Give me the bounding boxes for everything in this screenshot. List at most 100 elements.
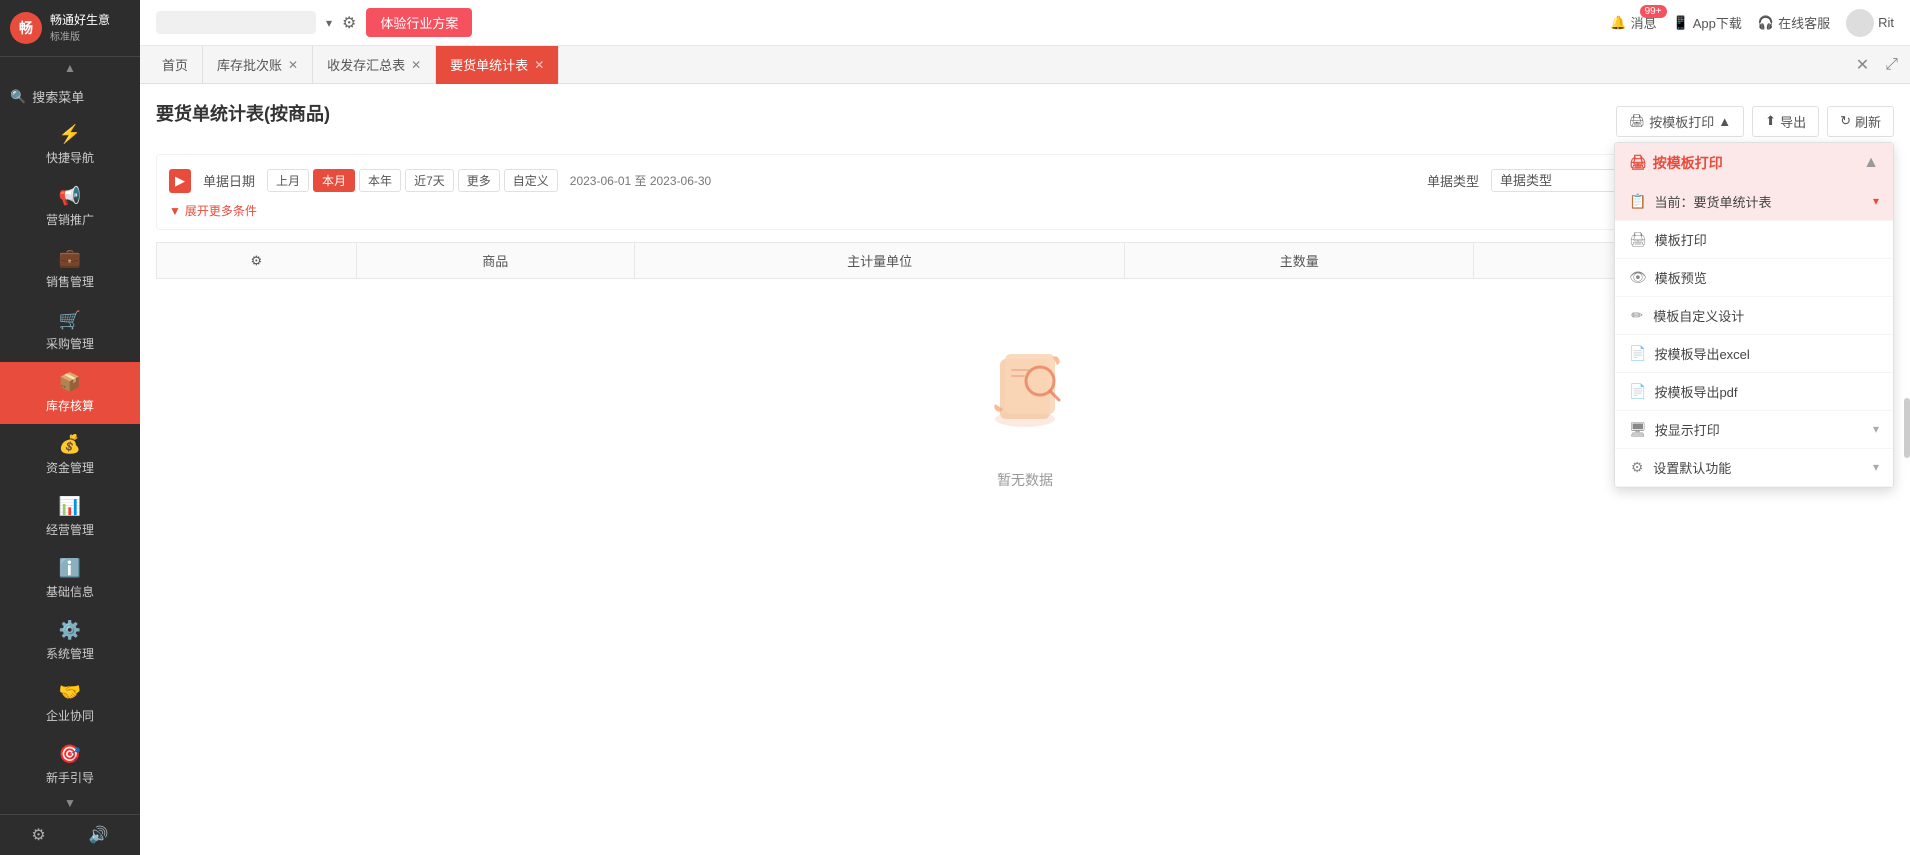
sidebar-item-caigou[interactable]: 🛒采购管理: [0, 300, 140, 362]
sidebar-item-jichu[interactable]: ℹ️基础信息: [0, 548, 140, 610]
dropdown-item-sub-display-print: 按显示打印 ▾: [1655, 420, 1879, 439]
refresh-btn[interactable]: ↻ 刷新: [1827, 106, 1894, 137]
sidebar-item-label: 采购管理: [46, 335, 94, 352]
tab-shoufа[interactable]: 收发存汇总表 ✕: [313, 46, 436, 84]
sidebar-item-jingying[interactable]: 📊经营管理: [0, 486, 140, 548]
sidebar-item-label: 销售管理: [46, 273, 94, 290]
date-range: 2023-06-01 至 2023-06-30: [570, 172, 711, 189]
dropdown-item-template-custom[interactable]: ✏ 模板自定义设计: [1615, 297, 1893, 335]
topbar-search-input[interactable]: [156, 11, 316, 34]
current-item-icon: 📋: [1629, 193, 1646, 210]
date-btn-5[interactable]: 自定义: [504, 169, 558, 192]
tab-label-home: 首页: [162, 55, 188, 74]
app-badge: 标准版: [50, 28, 110, 43]
date-btn-4[interactable]: 更多: [458, 169, 500, 192]
chevron-up-icon: ▲: [1718, 114, 1731, 129]
date-btn-2[interactable]: 本年: [359, 169, 401, 192]
customer-service-item[interactable]: 🎧 在线客服: [1758, 13, 1830, 32]
kucun-icon: 📦: [59, 372, 81, 393]
tab-yaohuo[interactable]: 要货单统计表 ✕: [436, 46, 559, 84]
dropdown-current-item[interactable]: 📋 当前：要货单统计表 ▾: [1615, 183, 1893, 221]
maximize-btn[interactable]: ⤢: [1881, 55, 1902, 75]
dropdown-item-sub-template-excel: 按模板导出excel: [1654, 344, 1879, 363]
topbar-left: ▾ ⚙ 体验行业方案: [156, 8, 472, 37]
search-icon: 🔍: [10, 89, 26, 105]
tabs-bar: 首页 库存批次账 ✕ 收发存汇总表 ✕ 要货单统计表 ✕ ✕ ⤢: [140, 46, 1910, 84]
order-type-select[interactable]: 单据类型: [1491, 169, 1631, 192]
dropdown-item-label-template-excel: 按模板导出excel: [1654, 344, 1749, 363]
dropdown-item-template-preview[interactable]: 👁 模板预览: [1615, 259, 1893, 297]
xinshou-icon: 🎯: [59, 744, 81, 765]
sidebar-item-label: 快捷导航: [46, 149, 94, 166]
logo-icon: 畅: [10, 12, 42, 44]
page-title: 要货单统计表(按商品): [156, 100, 330, 126]
dropdown-item-display-print[interactable]: 🖥 按显示打印 ▾: [1615, 411, 1893, 449]
notifications-badge: 99+: [1640, 5, 1667, 18]
printer-icon: 🖨: [1629, 113, 1646, 129]
col-header-unit: 主计量单位: [634, 243, 1125, 279]
sidebar: 畅 畅通好生意 标准版 ▲ 🔍 搜索菜单 ⚡快捷导航📢营销推广 💼 销售管理 🛒采购管…: [0, 0, 140, 855]
template-pdf-icon: 📄: [1629, 383, 1646, 400]
close-window-btn[interactable]: ✕: [1852, 55, 1873, 75]
user-avatar-item[interactable]: Rit: [1846, 9, 1894, 37]
dropdown-title: 🖨 按模板打印: [1629, 153, 1723, 173]
date-btn-0[interactable]: 上月: [267, 169, 309, 192]
dropdown-item-sub-template-print: 模板打印: [1655, 230, 1879, 249]
tab-close-shoufа[interactable]: ✕: [411, 58, 421, 72]
topbar-dropdown-icon[interactable]: ▾: [326, 16, 332, 30]
dropdown-item-template-excel[interactable]: 📄 按模板导出excel: [1615, 335, 1893, 373]
headset-icon: 🎧: [1758, 15, 1774, 31]
sidebar-search[interactable]: 🔍 搜索菜单: [0, 79, 140, 114]
zijin-icon: 💰: [59, 434, 81, 455]
refresh-icon: ↻: [1840, 113, 1851, 129]
notifications-item[interactable]: 🔔 消息 99+: [1610, 13, 1656, 32]
sidebar-item-yingxiao[interactable]: 📢营销推广: [0, 176, 140, 238]
dropdown-item-default-func[interactable]: ⚙ 设置默认功能 ▾: [1615, 449, 1893, 487]
dropdown-item-chevron-display-print: ▾: [1873, 422, 1879, 436]
sidebar-item-qiye[interactable]: 🤝 企业协同: [0, 672, 140, 734]
qiye-icon: 🤝: [59, 682, 81, 703]
date-label: 单据日期: [203, 171, 255, 190]
settings-footer-icon[interactable]: ⚙: [31, 825, 45, 845]
dropdown-close-btn[interactable]: ▲: [1863, 154, 1879, 172]
topbar-right: 🔔 消息 99+ 📱 App下载 🎧 在线客服 Rit: [1610, 9, 1894, 37]
tab-home[interactable]: 首页: [148, 46, 203, 84]
topbar-settings-icon[interactable]: ⚙: [342, 13, 356, 33]
tab-close-kucun-pi[interactable]: ✕: [288, 58, 298, 72]
dropdown-item-template-pdf[interactable]: 📄 按模板导出pdf: [1615, 373, 1893, 411]
sidebar-scroll-up[interactable]: ▲: [0, 57, 140, 79]
template-print-icon: 🖨: [1629, 231, 1647, 248]
app-download-item[interactable]: 📱 App下载: [1673, 13, 1742, 32]
xiaoshou-icon: 💼: [59, 248, 81, 269]
volume-footer-icon[interactable]: 🔊: [89, 825, 109, 845]
tab-close-yaohuo[interactable]: ✕: [534, 58, 544, 72]
dropdown-item-template-print[interactable]: 🖨 模板打印: [1615, 221, 1893, 259]
sidebar-item-label: 库存核算: [46, 397, 94, 414]
col-header-settings[interactable]: ⚙: [157, 243, 357, 279]
sidebar-logo: 畅 畅通好生意 标准版: [0, 0, 140, 57]
empty-illustration: [975, 339, 1075, 439]
print-dropdown: 🖨 按模板打印 ▲ 📋 当前：要货单统计表 ▾ 🖨 模: [1614, 142, 1894, 488]
sidebar-item-label: 企业协同: [46, 707, 94, 724]
industry-btn[interactable]: 体验行业方案: [366, 8, 472, 37]
sidebar-item-xinshou[interactable]: 🎯新手引导: [0, 734, 140, 792]
sidebar-item-zijin[interactable]: 💰资金管理: [0, 424, 140, 486]
tab-kucun-pi[interactable]: 库存批次账 ✕: [203, 46, 313, 84]
date-btn-1[interactable]: 本月: [313, 169, 355, 192]
filter-toggle-btn[interactable]: ▶: [169, 169, 191, 193]
sidebar-item-kuaijie[interactable]: ⚡快捷导航: [0, 114, 140, 176]
col-header-quantity: 主数量: [1125, 243, 1474, 279]
scroll-indicator[interactable]: [1904, 398, 1910, 458]
tab-label-kucun-pi: 库存批次账: [217, 55, 282, 74]
tab-label-yaohuo: 要货单统计表: [450, 55, 528, 74]
sidebar-item-kucun[interactable]: 📦 库存核算: [0, 362, 140, 424]
tab-label-shoufа: 收发存汇总表: [327, 55, 405, 74]
sidebar-item-xiaoshou[interactable]: 💼 销售管理: [0, 238, 140, 300]
sidebar-item-xitong[interactable]: ⚙️系统管理: [0, 610, 140, 672]
expand-label: 展开更多条件: [185, 202, 257, 219]
export-btn[interactable]: ⬆ 导出: [1752, 106, 1819, 137]
sidebar-item-label: 营销推广: [46, 211, 94, 228]
date-btn-3[interactable]: 近7天: [405, 169, 454, 192]
sidebar-scroll-down[interactable]: ▼: [0, 792, 140, 814]
print-btn[interactable]: 🖨 按模板打印 ▲: [1616, 106, 1744, 137]
